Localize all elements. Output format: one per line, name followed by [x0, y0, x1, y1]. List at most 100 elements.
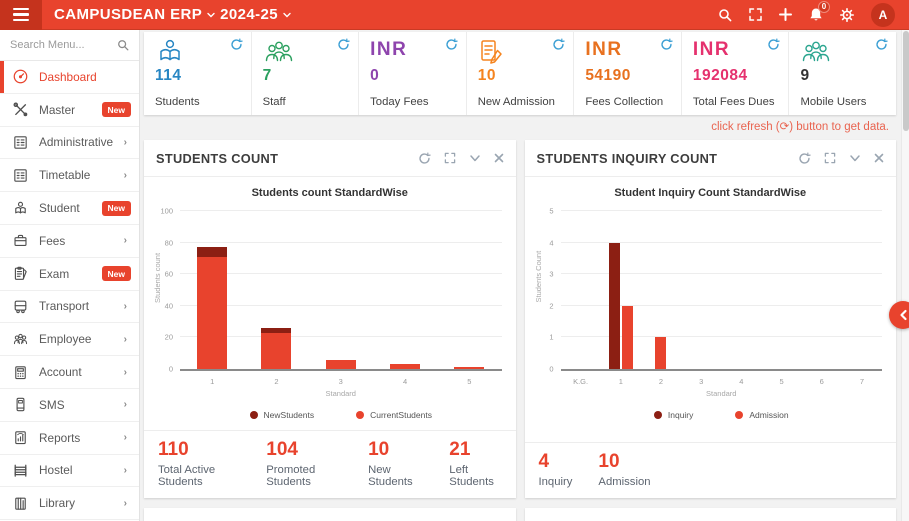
app-title-text: CAMPUSDEAN ERP — [54, 6, 203, 23]
gridline — [560, 210, 882, 211]
refresh-icon[interactable] — [230, 38, 243, 56]
stat-label: Fees Collection — [585, 96, 664, 108]
chevron-right-icon: › — [123, 136, 127, 148]
chart-panels-row: STUDENTS COUNT Students count StandardWi… — [144, 140, 896, 498]
stat-label: Students — [155, 96, 200, 108]
main-content: 114 Students 7 Staff INR 0 Today Fees 10 New Adm… — [141, 30, 901, 521]
sidebar-item-library[interactable]: Library › — [0, 487, 139, 521]
sidebar-menu: Dashboard Master New Administrative › Timetab… — [0, 61, 139, 521]
report-icon — [10, 429, 30, 446]
briefcase-icon — [10, 232, 30, 249]
chevron-down-icon[interactable] — [206, 11, 216, 19]
fullscreen-icon[interactable] — [749, 8, 762, 21]
search-icon[interactable] — [718, 8, 732, 22]
refresh-icon[interactable] — [767, 38, 781, 56]
collapse-icon[interactable] — [849, 154, 861, 163]
sidebar-item-administrative[interactable]: Administrative › — [0, 127, 139, 160]
panel-stat-value: 10 — [368, 439, 390, 461]
refresh-icon[interactable] — [337, 38, 350, 56]
sidebar-item-label: Student — [39, 201, 80, 216]
y-tick-label: 100 — [160, 206, 173, 216]
tools-icon — [10, 101, 30, 118]
panel-peek — [144, 508, 516, 521]
refresh-icon[interactable] — [445, 38, 458, 56]
category-slot — [180, 213, 244, 369]
settings-panel-toggle-button[interactable] — [889, 301, 909, 329]
avatar[interactable]: A — [871, 2, 895, 27]
sidebar-item-master[interactable]: Master New — [0, 94, 139, 127]
bar-Inquiry — [608, 242, 620, 369]
stat-card-staff: 7 Staff — [252, 32, 360, 115]
sidebar-item-account[interactable]: Account › — [0, 356, 139, 389]
close-icon[interactable] — [494, 153, 504, 163]
bell-icon[interactable]: 0 — [809, 1, 830, 22]
stat-card-total-fees-dues: INR 192084 Total Fees Dues — [682, 32, 790, 115]
legend-dot — [356, 411, 365, 419]
clipboard-icon — [10, 265, 30, 282]
legend-item-CurrentStudents[interactable]: CurrentStudents — [356, 410, 432, 420]
sidebar-item-timetable[interactable]: Timetable › — [0, 159, 139, 193]
hamburger-menu-button[interactable] — [0, 0, 42, 30]
app-title[interactable]: CAMPUSDEAN ERP 2024-25 — [54, 6, 292, 23]
sidebar-item-reports[interactable]: Reports › — [0, 422, 139, 455]
refresh-icon[interactable] — [552, 38, 565, 56]
new-badge: New — [101, 200, 131, 216]
gear-icon[interactable] — [840, 7, 854, 22]
panel-students-inquiry-count: STUDENTS INQUIRY COUNT Student Inquiry C… — [524, 140, 896, 498]
sidebar-item-label: Administrative — [39, 135, 114, 150]
chevron-down-icon[interactable] — [282, 11, 292, 19]
search-icon[interactable] — [117, 39, 129, 51]
refresh-icon[interactable] — [798, 152, 811, 165]
panel-stat: 4 Inquiry — [538, 451, 573, 488]
panel-header: STUDENTS INQUIRY COUNT — [524, 140, 896, 177]
bar-segment-CurrentStudents — [390, 364, 421, 369]
chevron-right-icon: › — [123, 497, 127, 509]
gridline — [180, 210, 502, 211]
expand-icon[interactable] — [824, 152, 836, 164]
y-tick-label: 40 — [164, 301, 173, 311]
stat-label: Staff — [262, 96, 286, 108]
search-menu-input[interactable] — [10, 39, 111, 51]
panel-tools — [798, 152, 884, 165]
header-actions: 0 A — [718, 1, 909, 27]
sidebar-item-label: SMS — [39, 397, 65, 412]
y-axis-title: Students count — [153, 252, 162, 303]
legend-item-Inquiry[interactable]: Inquiry — [653, 410, 693, 420]
refresh-icon[interactable] — [418, 152, 431, 165]
next-panels-peek — [144, 508, 896, 521]
sidebar-item-dashboard[interactable]: Dashboard — [0, 61, 139, 94]
sidebar-item-label: Account — [39, 365, 82, 380]
y-tick-label: 2 — [549, 301, 554, 311]
sidebar-item-fees[interactable]: Fees › — [0, 225, 139, 258]
new-badge: New — [101, 266, 131, 282]
panel-stat: 104 Promoted Students — [266, 439, 342, 488]
panel-header: STUDENTS COUNT — [144, 140, 516, 177]
sidebar-item-label: Library — [39, 496, 76, 511]
bar-Admission — [621, 305, 633, 369]
plus-icon[interactable] — [779, 8, 792, 21]
session-selector[interactable]: 2024-25 — [220, 6, 278, 23]
plot-area: 0 20 40 60 80 100 — [160, 207, 502, 374]
panel-stat-value: 4 — [538, 451, 550, 473]
sidebar-item-sms[interactable]: SMS › — [0, 389, 139, 422]
refresh-icon[interactable] — [660, 38, 673, 56]
collapse-icon[interactable] — [469, 154, 481, 163]
x-tick-label: 1 — [210, 377, 215, 386]
sidebar-item-exam[interactable]: Exam New — [0, 258, 139, 291]
scrollbar-thumb[interactable] — [903, 31, 909, 131]
legend-item-Admission[interactable]: Admission — [735, 410, 789, 420]
sidebar-item-hostel[interactable]: Hostel › — [0, 455, 139, 488]
sidebar-item-student[interactable]: Student New — [0, 192, 139, 225]
expand-icon[interactable] — [444, 152, 456, 164]
refresh-icon[interactable] — [875, 38, 888, 56]
bar-segment-CurrentStudents — [325, 359, 356, 369]
chart-title: Student Inquiry Count StandardWise — [614, 187, 807, 199]
chevron-right-icon: › — [123, 169, 127, 181]
sidebar-item-label: Timetable — [39, 168, 91, 183]
sidebar-item-transport[interactable]: Transport › — [0, 291, 139, 324]
close-icon[interactable] — [874, 153, 884, 163]
legend-item-NewStudents[interactable]: NewStudents — [249, 410, 314, 420]
y-tick-label: 20 — [164, 332, 173, 342]
sidebar-item-employee[interactable]: Employee › — [0, 323, 139, 357]
panel-tools — [418, 152, 504, 165]
